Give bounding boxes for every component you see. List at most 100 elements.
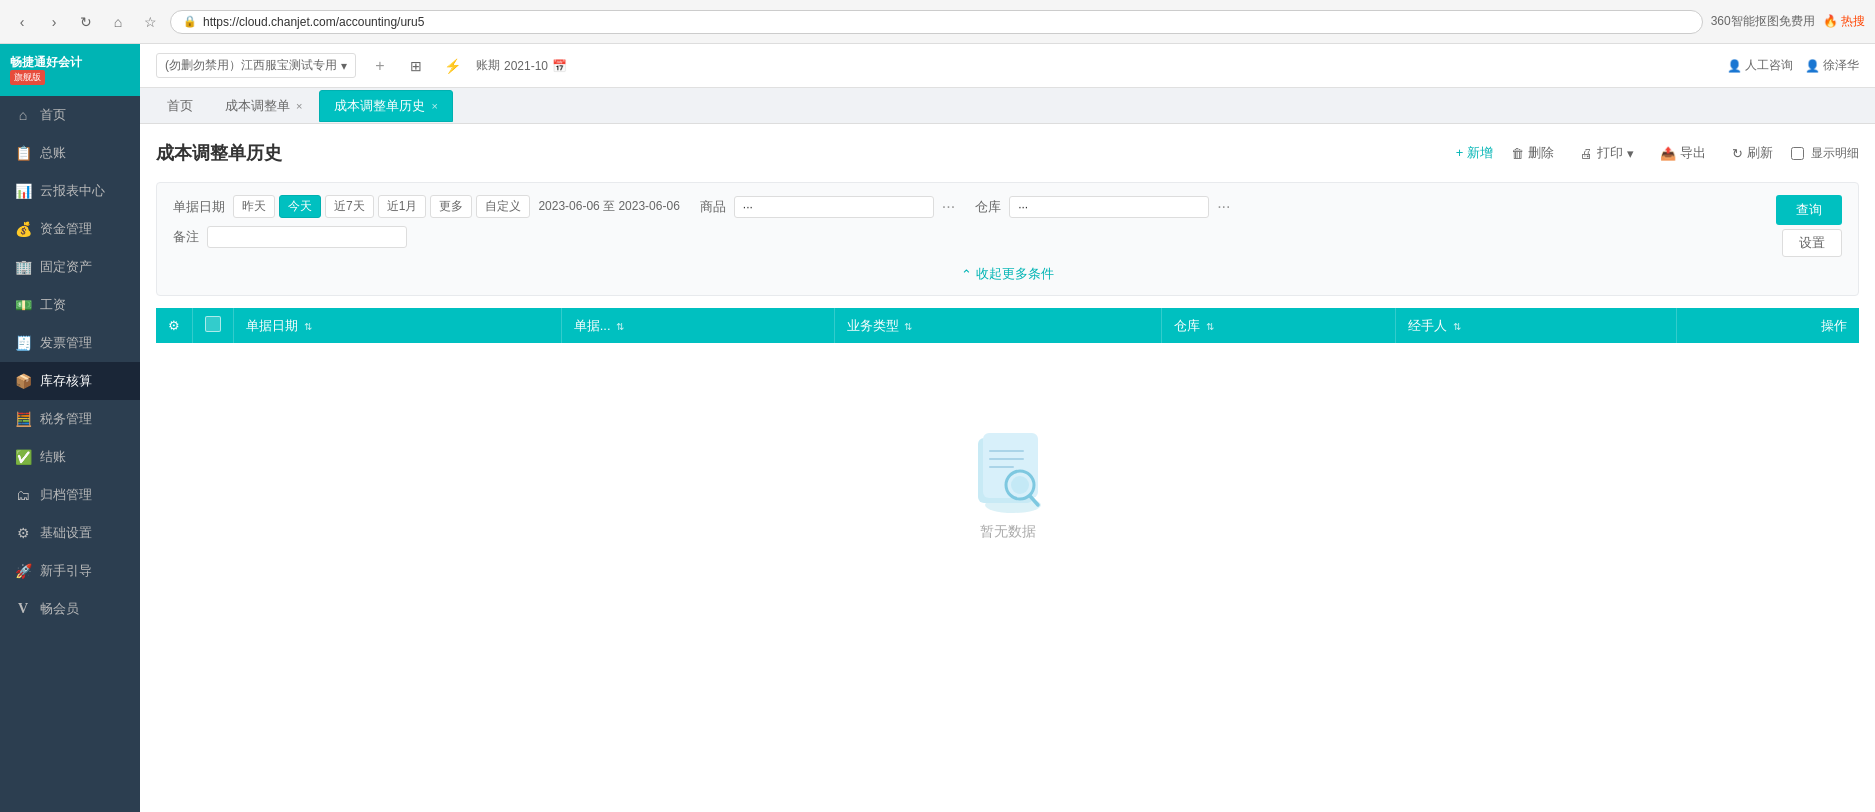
salary-icon: 💵 (14, 297, 32, 313)
date-btn-more[interactable]: 更多 (430, 195, 472, 218)
collapse-button[interactable]: ⌃ 收起更多条件 (961, 265, 1054, 283)
query-section: 查询 设置 (1776, 195, 1842, 257)
new-button[interactable]: + 新增 (1456, 144, 1493, 162)
data-table: ⚙ 单据日期 ⇅ 单据... ⇅ (156, 308, 1859, 621)
date-filter-label: 单据日期 (173, 198, 225, 216)
empty-state: 暂无数据 (156, 343, 1859, 621)
url-text: https://cloud.chanjet.com/accounting/uru… (203, 15, 424, 29)
refresh-button[interactable]: ↻ 刷新 (1724, 140, 1781, 166)
tab-cost-adjust-history[interactable]: 成本调整单历史 × (319, 90, 452, 122)
sidebar-item-ledger[interactable]: 📋 总账 (0, 134, 140, 172)
period-info: 账期 2021-10 📅 (476, 57, 567, 74)
forward-button[interactable]: › (42, 10, 66, 34)
print-button[interactable]: 🖨 打印 ▾ (1572, 140, 1642, 166)
warehouse-select[interactable]: ··· (1009, 196, 1209, 218)
warehouse-more-dots[interactable]: ··· (1217, 198, 1230, 216)
filter-left: 单据日期 昨天 今天 近7天 近1月 更多 自定义 2023-06-06 至 2… (173, 195, 1776, 248)
period-label: 账期 (476, 57, 500, 74)
page-actions: + 新增 🗑 删除 🖨 打印 ▾ 📤 导出 ↻ (1456, 140, 1859, 166)
sidebar-item-label: 资金管理 (40, 220, 92, 238)
sidebar-item-archive[interactable]: 🗂 归档管理 (0, 476, 140, 514)
add-tab-button[interactable]: + (368, 54, 392, 78)
select-all-checkbox[interactable] (205, 316, 221, 332)
note-input[interactable] (207, 226, 407, 248)
period-value: 2021-10 (504, 59, 548, 73)
company-selector[interactable]: (勿删勿禁用）江西服宝测试专用 ▾ (156, 53, 356, 78)
col-checkbox-header[interactable] (193, 308, 234, 343)
star-button[interactable]: ☆ (138, 10, 162, 34)
show-cols-checkbox[interactable] (1791, 147, 1804, 160)
page-title: 成本调整单历史 (156, 141, 282, 165)
export-button[interactable]: 📤 导出 (1652, 140, 1714, 166)
lightning-button[interactable]: ⚡ (440, 54, 464, 78)
apps-button[interactable]: ⊞ (404, 54, 428, 78)
sidebar-item-settings[interactable]: ⚙ 基础设置 (0, 514, 140, 552)
sidebar-item-label: 库存核算 (40, 372, 92, 390)
date-btn-custom[interactable]: 自定义 (476, 195, 530, 218)
col-settings-header[interactable]: ⚙ (156, 308, 193, 343)
sidebar-item-label: 归档管理 (40, 486, 92, 504)
sidebar-item-fixed-assets[interactable]: 🏢 固定资产 (0, 248, 140, 286)
sidebar-item-label: 工资 (40, 296, 66, 314)
guide-icon: 🚀 (14, 563, 32, 579)
sidebar-item-funds[interactable]: 💰 资金管理 (0, 210, 140, 248)
date-btn-7days[interactable]: 近7天 (325, 195, 374, 218)
tab-home[interactable]: 首页 (152, 90, 208, 122)
sidebar-item-tax[interactable]: 🧮 税务管理 (0, 400, 140, 438)
goods-dots: ··· (743, 200, 753, 214)
top-bar-left: (勿删勿禁用）江西服宝测试专用 ▾ + ⊞ ⚡ 账期 2021-10 📅 (156, 53, 567, 78)
back-button[interactable]: ‹ (10, 10, 34, 34)
date-btn-1month[interactable]: 近1月 (378, 195, 427, 218)
sidebar-item-invoice[interactable]: 🧾 发票管理 (0, 324, 140, 362)
page-header: 成本调整单历史 + 新增 🗑 删除 🖨 打印 ▾ 📤 导出 (156, 140, 1859, 166)
logo-text-line1: 畅捷通好会计 (10, 55, 82, 71)
tab-cost-adjust[interactable]: 成本调整单 × (210, 90, 317, 122)
sidebar-item-closing[interactable]: ✅ 结账 (0, 438, 140, 476)
delete-button[interactable]: 🗑 删除 (1503, 140, 1562, 166)
col-biztype-header[interactable]: 业务类型 ⇅ (834, 308, 1162, 343)
sidebar-item-member[interactable]: V 畅会员 (0, 590, 140, 628)
sidebar: 畅捷通好会计 旗舰版 ⌂ 首页 📋 总账 📊 云报表中心 💰 资金管理 🏢 固定… (0, 44, 140, 812)
col-date-header[interactable]: 单据日期 ⇅ (234, 308, 562, 343)
date-shortcuts: 昨天 今天 近7天 近1月 更多 自定义 (233, 195, 530, 218)
col-warehouse-header[interactable]: 仓库 ⇅ (1162, 308, 1396, 343)
tab-cost-adjust-label: 成本调整单 (225, 97, 290, 115)
filter-settings-button[interactable]: 设置 (1782, 229, 1842, 257)
refresh-button[interactable]: ↻ (74, 10, 98, 34)
dropdown-icon: ▾ (341, 59, 347, 73)
sidebar-item-home[interactable]: ⌂ 首页 (0, 96, 140, 134)
date-range-text: 2023-06-06 至 2023-06-06 (538, 198, 679, 215)
sidebar-item-reports[interactable]: 📊 云报表中心 (0, 172, 140, 210)
sidebar-item-inventory[interactable]: 📦 库存核算 (0, 362, 140, 400)
sidebar-item-label: 发票管理 (40, 334, 92, 352)
top-bar: (勿删勿禁用）江西服宝测试专用 ▾ + ⊞ ⚡ 账期 2021-10 📅 👤 人… (140, 44, 1875, 88)
warehouse-filter-item: 仓库 ··· ··· (975, 196, 1230, 218)
date-btn-yesterday[interactable]: 昨天 (233, 195, 275, 218)
goods-select[interactable]: ··· (734, 196, 934, 218)
filter-area: 单据日期 昨天 今天 近7天 近1月 更多 自定义 2023-06-06 至 2… (156, 182, 1859, 296)
user-service-button[interactable]: 👤 人工咨询 (1727, 57, 1793, 74)
calendar-icon[interactable]: 📅 (552, 59, 567, 73)
query-button[interactable]: 查询 (1776, 195, 1842, 225)
url-bar[interactable]: 🔒 https://cloud.chanjet.com/accounting/u… (170, 10, 1703, 34)
funds-icon: 💰 (14, 221, 32, 237)
user-profile[interactable]: 👤 徐泽华 (1805, 57, 1859, 74)
sidebar-item-label: 新手引导 (40, 562, 92, 580)
number-sort-icon: ⇅ (616, 321, 624, 332)
goods-more-dots[interactable]: ··· (942, 198, 955, 216)
sidebar-logo: 畅捷通好会计 旗舰版 (0, 44, 140, 96)
gear-icon: ⚙ (168, 318, 180, 333)
main-content: (勿删勿禁用）江西服宝测试专用 ▾ + ⊞ ⚡ 账期 2021-10 📅 👤 人… (140, 44, 1875, 812)
show-cols-toggle[interactable]: 显示明细 (1791, 145, 1859, 162)
tab-cost-adjust-close[interactable]: × (296, 100, 302, 112)
col-number-header[interactable]: 单据... ⇅ (561, 308, 834, 343)
sidebar-item-label: 畅会员 (40, 600, 79, 618)
filter-row-2: 备注 (173, 226, 1776, 248)
sidebar-item-salary[interactable]: 💵 工资 (0, 286, 140, 324)
handler-sort-icon: ⇅ (1453, 321, 1461, 332)
tab-history-close[interactable]: × (431, 100, 437, 112)
col-handler-header[interactable]: 经手人 ⇅ (1396, 308, 1677, 343)
date-btn-today[interactable]: 今天 (279, 195, 321, 218)
sidebar-item-guide[interactable]: 🚀 新手引导 (0, 552, 140, 590)
home-button[interactable]: ⌂ (106, 10, 130, 34)
